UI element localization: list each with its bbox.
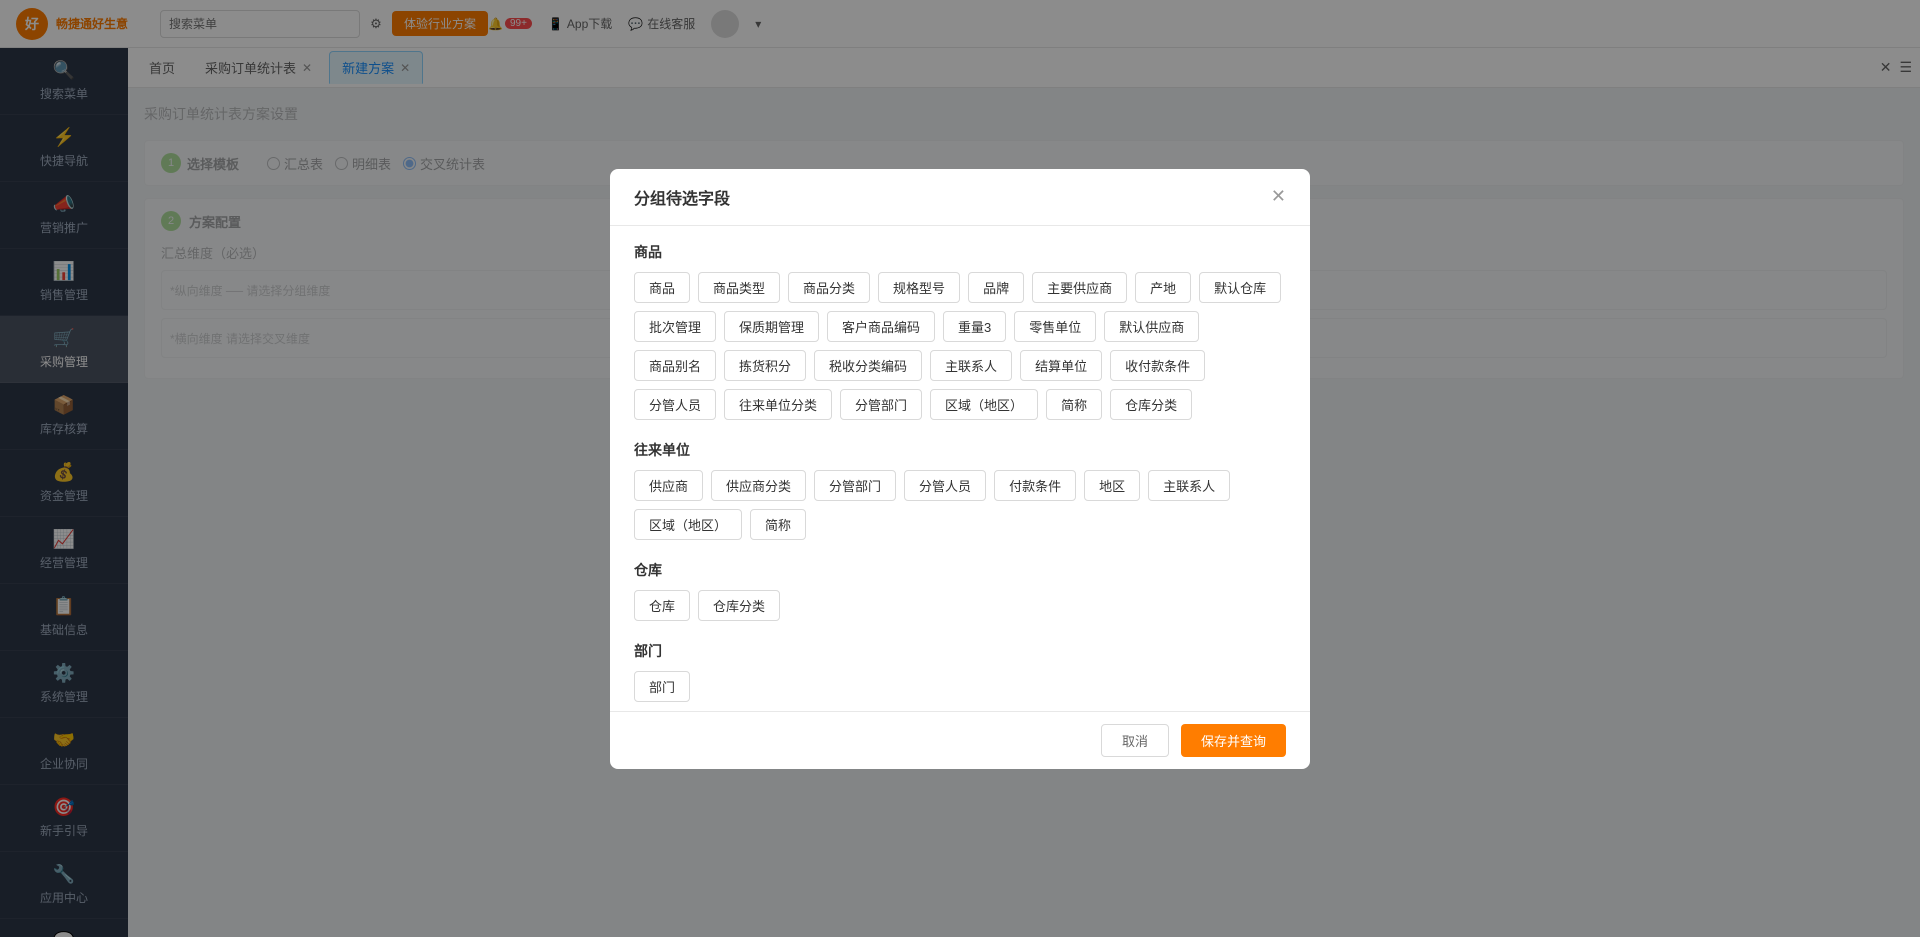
category-title-1: 往来单位 [634,440,1286,460]
field-tag-0-2[interactable]: 商品分类 [788,272,870,303]
field-tag-0-16[interactable]: 税收分类编码 [814,350,922,381]
field-category-2: 仓库仓库仓库分类 [634,560,1286,621]
field-tag-1-6[interactable]: 主联系人 [1148,470,1230,501]
field-tag-0-12[interactable]: 零售单位 [1014,311,1096,342]
field-tag-0-3[interactable]: 规格型号 [878,272,960,303]
field-tags-3: 部门 [634,671,1286,702]
field-tag-1-7[interactable]: 区域（地区） [634,509,742,540]
cancel-button[interactable]: 取消 [1101,724,1169,757]
field-tag-2-0[interactable]: 仓库 [634,590,690,621]
field-tag-1-5[interactable]: 地区 [1084,470,1140,501]
field-tag-0-15[interactable]: 拣货积分 [724,350,806,381]
field-tag-0-18[interactable]: 结算单位 [1020,350,1102,381]
field-tag-0-25[interactable]: 仓库分类 [1110,389,1192,420]
field-tag-1-3[interactable]: 分管人员 [904,470,986,501]
field-tag-1-0[interactable]: 供应商 [634,470,703,501]
category-title-0: 商品 [634,242,1286,262]
field-tag-0-19[interactable]: 收付款条件 [1110,350,1205,381]
field-tag-2-1[interactable]: 仓库分类 [698,590,780,621]
field-tag-0-11[interactable]: 重量3 [943,311,1006,342]
field-tag-0-4[interactable]: 品牌 [968,272,1024,303]
field-category-1: 往来单位供应商供应商分类分管部门分管人员付款条件地区主联系人区域（地区） 简称 [634,440,1286,540]
category-title-2: 仓库 [634,560,1286,580]
field-tag-0-21[interactable]: 往来单位分类 [724,389,832,420]
field-tags-2: 仓库仓库分类 [634,590,1286,621]
field-tag-0-7[interactable]: 默认仓库 [1199,272,1281,303]
field-tag-0-0[interactable]: 商品 [634,272,690,303]
modal-title: 分组待选字段 [634,185,730,209]
modal-footer: 取消 保存并查询 [610,711,1310,769]
field-tag-0-10[interactable]: 客户商品编码 [827,311,935,342]
field-tag-1-8[interactable]: 简称 [750,509,806,540]
modal-body[interactable]: 商品商品商品类型商品分类规格型号品牌主要供应商产地默认仓库批次管理保质期管理客户… [610,226,1310,711]
modal-close-icon[interactable]: ✕ [1271,186,1286,207]
category-title-3: 部门 [634,641,1286,661]
save-button[interactable]: 保存并查询 [1181,724,1286,757]
field-tags-1: 供应商供应商分类分管部门分管人员付款条件地区主联系人区域（地区） 简称 [634,470,1286,540]
field-category-0: 商品商品商品类型商品分类规格型号品牌主要供应商产地默认仓库批次管理保质期管理客户… [634,242,1286,420]
field-category-3: 部门部门 [634,641,1286,702]
field-tags-0: 商品商品类型商品分类规格型号品牌主要供应商产地默认仓库批次管理保质期管理客户商品… [634,272,1286,420]
field-tag-0-24[interactable]: 简称 [1046,389,1102,420]
field-tag-0-22[interactable]: 分管部门 [840,389,922,420]
field-tag-0-20[interactable]: 分管人员 [634,389,716,420]
field-tag-0-14[interactable]: 商品别名 [634,350,716,381]
field-tag-1-2[interactable]: 分管部门 [814,470,896,501]
field-tag-1-4[interactable]: 付款条件 [994,470,1076,501]
field-tag-0-17[interactable]: 主联系人 [930,350,1012,381]
field-tag-0-6[interactable]: 产地 [1135,272,1191,303]
field-tag-0-13[interactable]: 默认供应商 [1104,311,1199,342]
modal-overlay: 分组待选字段 ✕ 商品商品商品类型商品分类规格型号品牌主要供应商产地默认仓库批次… [0,0,1920,937]
field-tag-0-23[interactable]: 区域（地区） [930,389,1038,420]
modal-header: 分组待选字段 ✕ [610,169,1310,226]
field-tag-0-1[interactable]: 商品类型 [698,272,780,303]
field-select-modal: 分组待选字段 ✕ 商品商品商品类型商品分类规格型号品牌主要供应商产地默认仓库批次… [610,169,1310,769]
field-tag-0-8[interactable]: 批次管理 [634,311,716,342]
field-tag-3-0[interactable]: 部门 [634,671,690,702]
field-tag-0-9[interactable]: 保质期管理 [724,311,819,342]
field-tag-0-5[interactable]: 主要供应商 [1032,272,1127,303]
field-tag-1-1[interactable]: 供应商分类 [711,470,806,501]
